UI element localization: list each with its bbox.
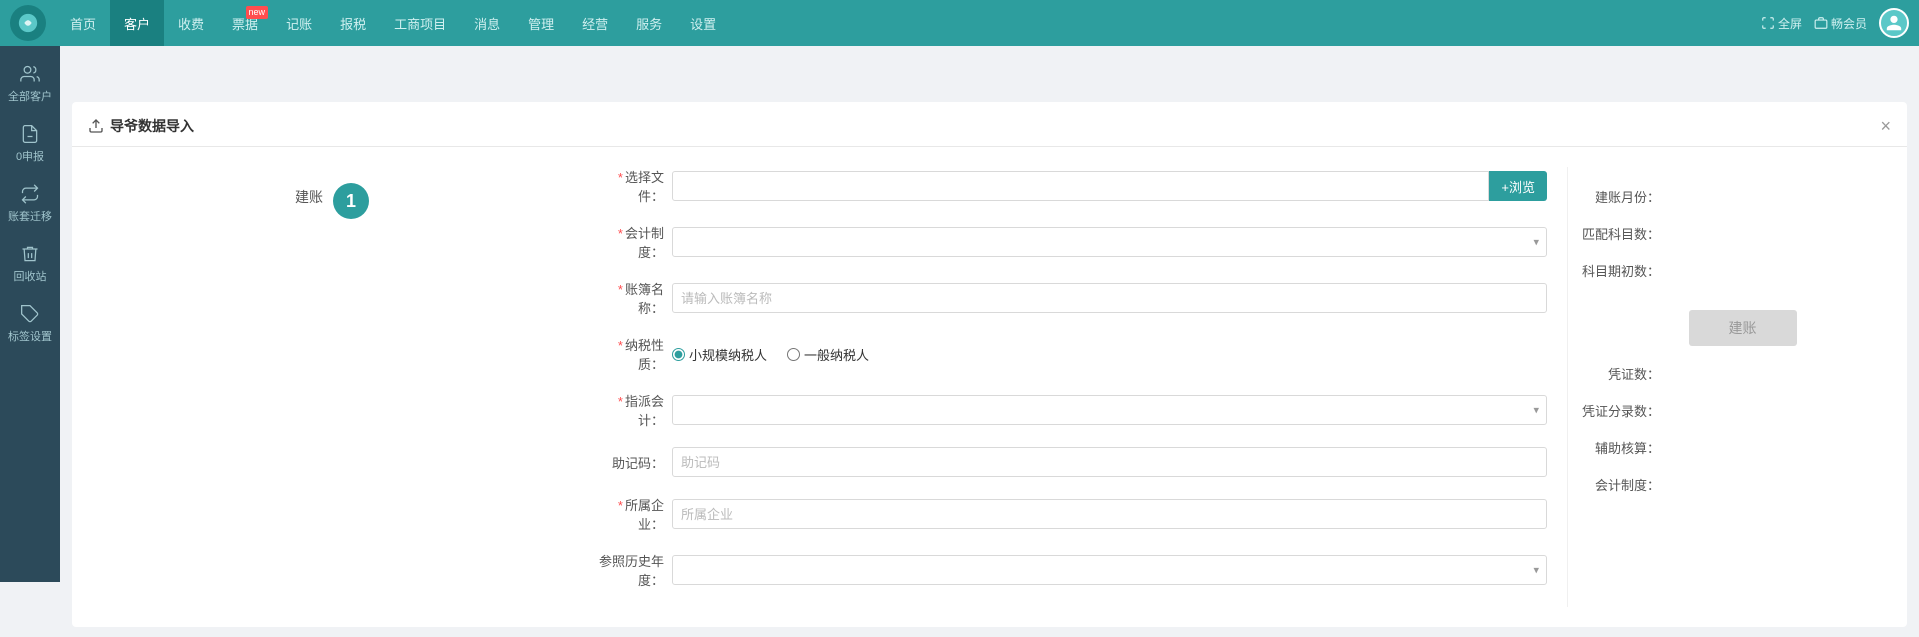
- month-label: 建账月份：: [1578, 187, 1668, 206]
- auxiliary-label: 辅助核算：: [1578, 438, 1668, 457]
- entry-label: 凭证分录数：: [1578, 401, 1668, 420]
- avatar[interactable]: [1879, 8, 1909, 38]
- new-badge: new: [246, 6, 269, 19]
- tax-label: *纳税性质：: [592, 335, 672, 373]
- modal-header: 导爷数据导入 ×: [72, 102, 1907, 147]
- main-content: 导爷数据导入 × 建账 1 *选择文件：: [60, 46, 1919, 637]
- accountant-label: *指派会计：: [592, 391, 672, 429]
- company-row: *所属企业：: [592, 495, 1547, 533]
- modal-card: 导爷数据导入 × 建账 1 *选择文件：: [72, 102, 1907, 627]
- nav-item-bookkeeping[interactable]: 记账: [272, 0, 326, 46]
- voucher-row: 凭证数：: [1578, 364, 1887, 383]
- tax-row: *纳税性质： 小规模纳税人 一般纳税人: [592, 335, 1547, 373]
- nav-item-tax[interactable]: 报税: [326, 0, 380, 46]
- nav-item-invoice[interactable]: 票据 new: [218, 0, 272, 46]
- form-body: 建账 1 *选择文件： +浏览: [72, 147, 1907, 627]
- ledger-label: *账簿名称：: [592, 279, 672, 317]
- file-row: *选择文件： +浏览: [592, 167, 1547, 205]
- memo-row: 助记码：: [592, 447, 1547, 477]
- accounting-label: *会计制度：: [592, 223, 672, 261]
- modal-close-button[interactable]: ×: [1880, 117, 1891, 135]
- sidebar-item-tag-settings[interactable]: 标签设置: [2, 296, 58, 352]
- nav-item-customer[interactable]: 客户: [110, 0, 164, 46]
- memo-input[interactable]: [672, 447, 1547, 477]
- tax-small-radio[interactable]: 小规模纳税人: [672, 345, 767, 364]
- build-btn-row: 建账: [1578, 300, 1887, 346]
- accounting-row: *会计制度：: [592, 223, 1547, 261]
- nav-item-settings[interactable]: 设置: [676, 0, 730, 46]
- form-left: 建账 1: [72, 167, 592, 607]
- step-badge: 1: [333, 183, 369, 219]
- voucher-label: 凭证数：: [1578, 364, 1668, 383]
- nav-item-message[interactable]: 消息: [460, 0, 514, 46]
- sidebar-item-zero-report[interactable]: 0申报: [2, 116, 58, 172]
- form-right: 建账月份： 匹配科目数： 科目期初数： 建账: [1567, 167, 1907, 607]
- nav-item-business[interactable]: 工商项目: [380, 0, 460, 46]
- system-label: 会计制度：: [1578, 475, 1668, 494]
- tax-radio-group: 小规模纳税人 一般纳税人: [672, 345, 1547, 364]
- nav-item-management[interactable]: 管理: [514, 0, 568, 46]
- nav-item-operation[interactable]: 经营: [568, 0, 622, 46]
- memo-label: 助记码：: [592, 453, 672, 472]
- tax-general-radio[interactable]: 一般纳税人: [787, 345, 869, 364]
- browse-button[interactable]: +浏览: [1489, 171, 1547, 201]
- nav-item-home[interactable]: 首页: [56, 0, 110, 46]
- auxiliary-row: 辅助核算：: [1578, 438, 1887, 457]
- sidebar-item-recycle[interactable]: 回收站: [2, 236, 58, 292]
- history-select-wrapper: [672, 555, 1547, 585]
- page-area: 导爷数据导入 × 建账 1 *选择文件：: [60, 92, 1919, 637]
- entry-row: 凭证分录数：: [1578, 401, 1887, 420]
- history-row: 参照历史年度：: [592, 551, 1547, 589]
- system-row: 会计制度：: [1578, 475, 1887, 494]
- history-select[interactable]: [672, 555, 1547, 585]
- accounting-select[interactable]: [672, 227, 1547, 257]
- history-label: 参照历史年度：: [592, 551, 672, 589]
- match-label: 匹配科目数：: [1578, 224, 1668, 243]
- accountant-select-wrapper: [672, 395, 1547, 425]
- form-fields: *选择文件： +浏览 *会计制度：: [592, 167, 1567, 607]
- match-row: 匹配科目数：: [1578, 224, 1887, 243]
- period-label: 科目期初数：: [1578, 261, 1668, 280]
- nav-right: 全屏 畅会员: [1761, 8, 1909, 38]
- file-input[interactable]: [672, 171, 1489, 201]
- accounting-select-wrapper: [672, 227, 1547, 257]
- top-nav: 首页 客户 收费 票据 new 记账 报税 工商项目 消息 管理 经营 服务 设…: [0, 0, 1919, 46]
- build-account-button[interactable]: 建账: [1689, 310, 1797, 346]
- company-input[interactable]: [672, 499, 1547, 529]
- nav-item-service[interactable]: 服务: [622, 0, 676, 46]
- fullscreen-button[interactable]: 全屏: [1761, 15, 1802, 32]
- accountant-row: *指派会计：: [592, 391, 1547, 429]
- file-input-wrapper: +浏览: [672, 171, 1547, 201]
- month-row: 建账月份：: [1578, 187, 1887, 206]
- sidebar: 全部客户 0申报 账套迁移 回收站 标签设置: [0, 46, 60, 582]
- ledger-row: *账簿名称：: [592, 279, 1547, 317]
- ledger-input[interactable]: [672, 283, 1547, 313]
- app-logo[interactable]: [10, 5, 46, 41]
- vip-button[interactable]: 畅会员: [1814, 15, 1867, 32]
- company-label: *所属企业：: [592, 495, 672, 533]
- step-label: 建账: [295, 187, 323, 207]
- accountant-select[interactable]: [672, 395, 1547, 425]
- sidebar-item-migrate[interactable]: 账套迁移: [2, 176, 58, 232]
- sidebar-item-all-customers[interactable]: 全部客户: [2, 56, 58, 112]
- nav-items: 首页 客户 收费 票据 new 记账 报税 工商项目 消息 管理 经营 服务 设…: [56, 0, 1761, 46]
- period-row: 科目期初数：: [1578, 261, 1887, 280]
- file-label: *选择文件：: [592, 167, 672, 205]
- modal-title: 导爷数据导入: [88, 116, 194, 136]
- nav-item-fee[interactable]: 收费: [164, 0, 218, 46]
